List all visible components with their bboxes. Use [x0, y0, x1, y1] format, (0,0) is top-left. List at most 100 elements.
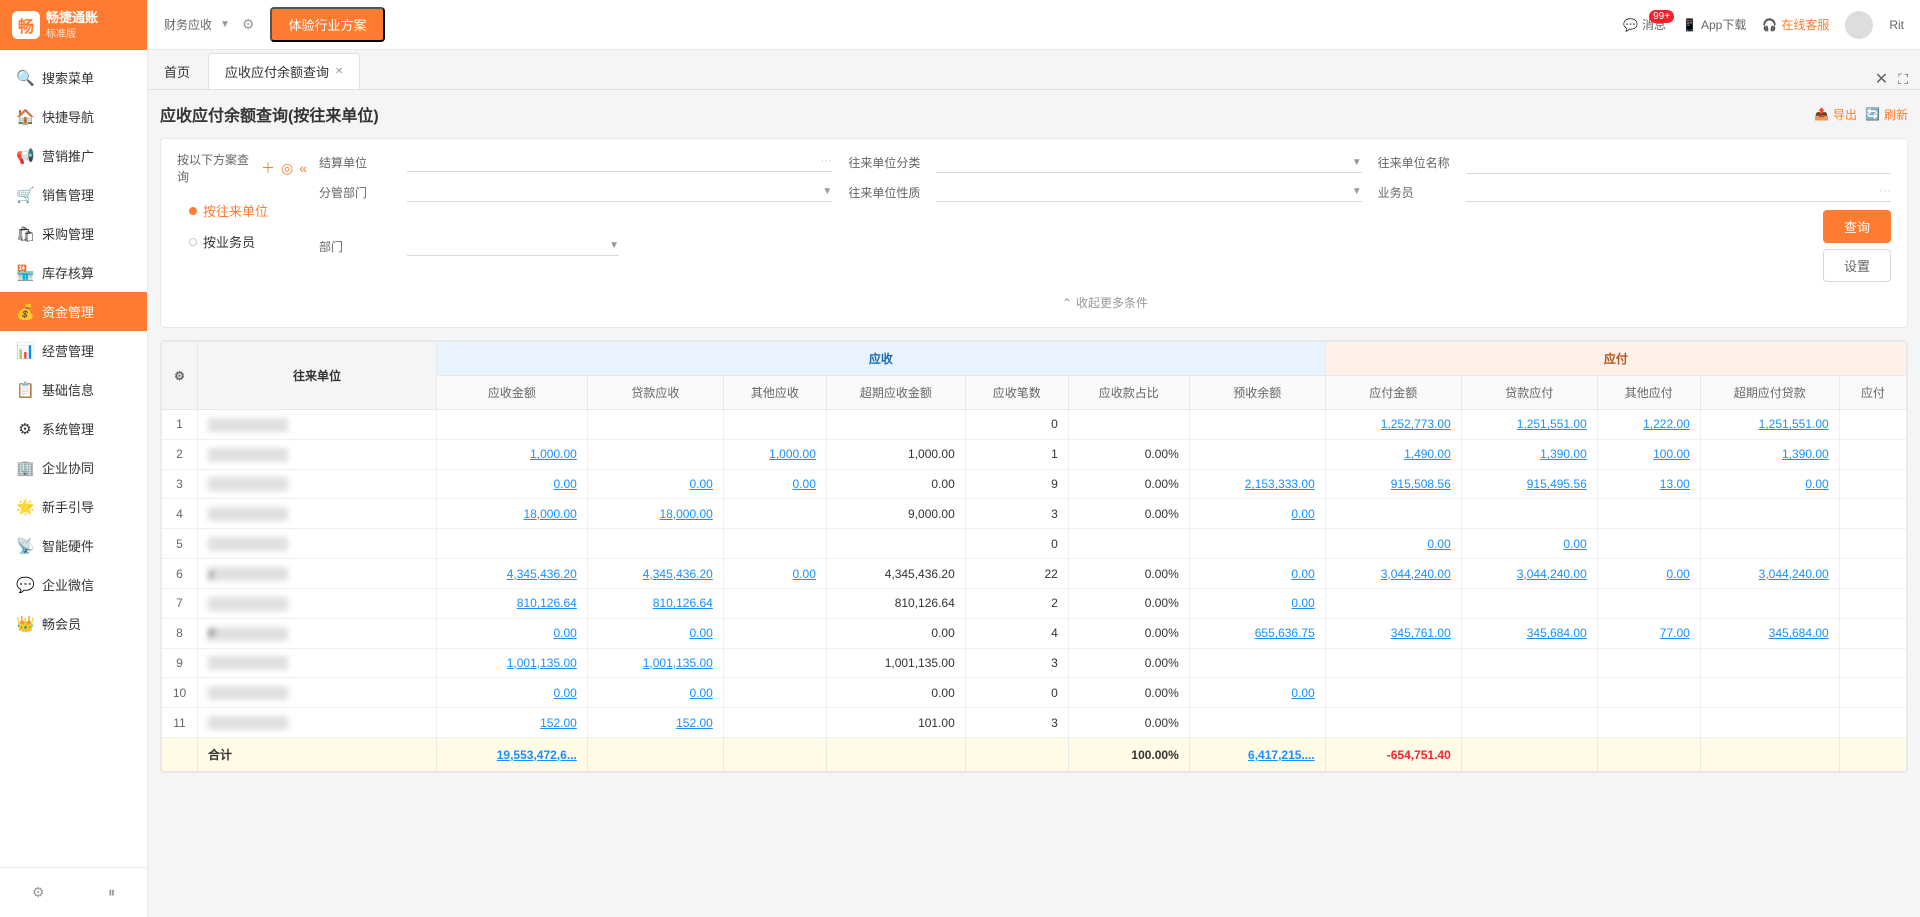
username-label[interactable]: Rit: [1889, 18, 1904, 32]
table-cell[interactable]: 152.00: [436, 708, 587, 738]
online-service-button[interactable]: 🎧 在线客服: [1762, 16, 1829, 33]
table-cell[interactable]: 3,044,240.00: [1700, 559, 1839, 589]
sidebar-item-wechat[interactable]: 💬 企业微信: [0, 565, 147, 604]
table-cell[interactable]: 0.00: [723, 469, 826, 499]
table-cell[interactable]: 1,390.00: [1700, 439, 1839, 469]
table-cell[interactable]: 18,000.00: [436, 499, 587, 529]
table-cell[interactable]: 0.00: [1325, 529, 1461, 559]
refresh-button[interactable]: 🔄 刷新: [1865, 106, 1908, 123]
table-cell[interactable]: 810,126.64: [587, 588, 723, 618]
table-cell[interactable]: 2,153,333.00: [1189, 469, 1325, 499]
table-cell[interactable]: 0.00: [1597, 559, 1700, 589]
sidebar-item-operation[interactable]: 📊 经营管理: [0, 331, 147, 370]
table-cell[interactable]: 1,001,135.00: [587, 648, 723, 678]
table-cell[interactable]: 1,251,551.00: [1700, 410, 1839, 440]
footer-receivable-amount[interactable]: 19,553,472,6...: [436, 738, 587, 772]
table-cell[interactable]: 1,390.00: [1461, 439, 1597, 469]
table-cell[interactable]: 13.00: [1597, 469, 1700, 499]
col-gear[interactable]: ⚙: [162, 342, 198, 410]
table-cell[interactable]: 0.00: [587, 678, 723, 708]
table-cell[interactable]: 0.00: [1700, 469, 1839, 499]
tab-close-icon[interactable]: ✕: [335, 66, 343, 77]
table-cell[interactable]: 3,044,240.00: [1325, 559, 1461, 589]
sidebar-item-marketing[interactable]: 📢 营销推广: [0, 136, 147, 175]
footer-advance-balance[interactable]: 6,417,215....: [1189, 738, 1325, 772]
collapse-more-button[interactable]: ⌃ 收起更多条件: [319, 290, 1891, 315]
sidebar-item-inventory[interactable]: 🏪 库存核算: [0, 253, 147, 292]
table-cell[interactable]: 810,126.64: [436, 588, 587, 618]
settings-gear-icon[interactable]: ⚙: [242, 16, 255, 33]
table-cell[interactable]: 0.00: [1189, 499, 1325, 529]
table-cell[interactable]: 3,044,240.00: [1461, 559, 1597, 589]
table-cell[interactable]: 915,495.56: [1461, 469, 1597, 499]
user-avatar[interactable]: [1845, 11, 1873, 39]
table-cell[interactable]: 0.00: [723, 559, 826, 589]
sidebar-item-finance[interactable]: 💰 资金管理: [0, 292, 147, 331]
table-cell[interactable]: 1,222.00: [1597, 410, 1700, 440]
add-scheme-icon[interactable]: ＋: [261, 158, 275, 178]
table-cell[interactable]: 0.00: [436, 469, 587, 499]
table-cell[interactable]: 4,345,436.20: [436, 559, 587, 589]
setting-button[interactable]: 设置: [1823, 249, 1891, 282]
message-button[interactable]: 💬 消息 99+: [1623, 16, 1666, 33]
settings-scheme-icon[interactable]: ◎: [281, 160, 293, 177]
settlement-unit-picker-icon[interactable]: ···: [820, 153, 832, 167]
dept-select[interactable]: ▼: [407, 182, 832, 202]
table-cell[interactable]: 0.00: [436, 618, 587, 648]
sidebar-item-base[interactable]: 📋 基础信息: [0, 370, 147, 409]
table-cell[interactable]: 345,684.00: [1700, 618, 1839, 648]
sidebar-item-system[interactable]: ⚙ 系统管理: [0, 409, 147, 448]
table-cell[interactable]: 1,000.00: [723, 439, 826, 469]
salesman-picker-icon[interactable]: ···: [1879, 183, 1891, 197]
table-cell[interactable]: 100.00: [1597, 439, 1700, 469]
table-cell[interactable]: 0.00: [587, 469, 723, 499]
table-cell[interactable]: 0.00: [1189, 678, 1325, 708]
table-cell[interactable]: 18,000.00: [587, 499, 723, 529]
sidebar-item-guide[interactable]: 🌟 新手引导: [0, 487, 147, 526]
table-cell[interactable]: 345,684.00: [1461, 618, 1597, 648]
sidebar-item-quick[interactable]: 🏠 快捷导航: [0, 97, 147, 136]
table-cell[interactable]: 4,345,436.20: [587, 559, 723, 589]
collapse-scheme-icon[interactable]: «: [299, 160, 307, 176]
table-cell[interactable]: 1,490.00: [1325, 439, 1461, 469]
table-cell[interactable]: 152.00: [587, 708, 723, 738]
unit-name-input[interactable]: [1466, 151, 1891, 174]
dept2-select[interactable]: ▼: [407, 236, 619, 256]
export-button[interactable]: 📤 导出: [1814, 106, 1857, 123]
sidebar-item-hardware[interactable]: 📡 智能硬件: [0, 526, 147, 565]
gear-settings-icon[interactable]: ⚙: [174, 369, 185, 383]
sidebar-item-search[interactable]: 🔍 搜索菜单: [0, 58, 147, 97]
table-cell[interactable]: 1,252,773.00: [1325, 410, 1461, 440]
tab-home[interactable]: 首页: [148, 53, 206, 89]
settings-bottom-icon[interactable]: ⚙: [26, 878, 51, 907]
sidebar-item-purchase[interactable]: 🛍 采购管理: [0, 214, 147, 253]
table-cell[interactable]: 345,761.00: [1325, 618, 1461, 648]
unit-nature-select[interactable]: ▼: [936, 182, 1361, 202]
table-cell: [826, 410, 965, 440]
table-cell[interactable]: 0.00: [1189, 559, 1325, 589]
nav-by-partner[interactable]: 按往来单位: [177, 195, 307, 226]
tab-query[interactable]: 应收应付余额查询 ✕: [208, 53, 360, 89]
sidebar-item-sales[interactable]: 🛒 销售管理: [0, 175, 147, 214]
sidebar-item-enterprise[interactable]: 🏢 企业协同: [0, 448, 147, 487]
table-cell[interactable]: 0.00: [1189, 588, 1325, 618]
table-cell[interactable]: 1,000.00: [436, 439, 587, 469]
app-download-button[interactable]: 📱 App下载: [1682, 16, 1746, 33]
table-cell[interactable]: 0.00: [1461, 529, 1597, 559]
table-cell[interactable]: 0.00: [436, 678, 587, 708]
table-cell[interactable]: 1,001,135.00: [436, 648, 587, 678]
breadcrumb-dropdown-icon[interactable]: ▼: [220, 19, 230, 30]
table-cell[interactable]: 655,636.75: [1189, 618, 1325, 648]
tab-maximize-icon[interactable]: ⛶: [1898, 71, 1908, 88]
table-cell[interactable]: 0.00: [587, 618, 723, 648]
tab-close-window-icon[interactable]: ✕: [1875, 69, 1888, 89]
nav-by-salesman[interactable]: 按业务员: [177, 226, 307, 257]
query-button[interactable]: 查询: [1823, 210, 1891, 243]
table-cell[interactable]: 915,508.56: [1325, 469, 1461, 499]
unit-category-select[interactable]: ▼: [936, 153, 1361, 173]
collapse-sidebar-icon[interactable]: ⏸: [102, 878, 121, 907]
table-cell[interactable]: 1,251,551.00: [1461, 410, 1597, 440]
sidebar-item-member[interactable]: 👑 畅会员: [0, 604, 147, 643]
table-cell[interactable]: 77.00: [1597, 618, 1700, 648]
promo-button[interactable]: 体验行业方案: [270, 7, 384, 42]
